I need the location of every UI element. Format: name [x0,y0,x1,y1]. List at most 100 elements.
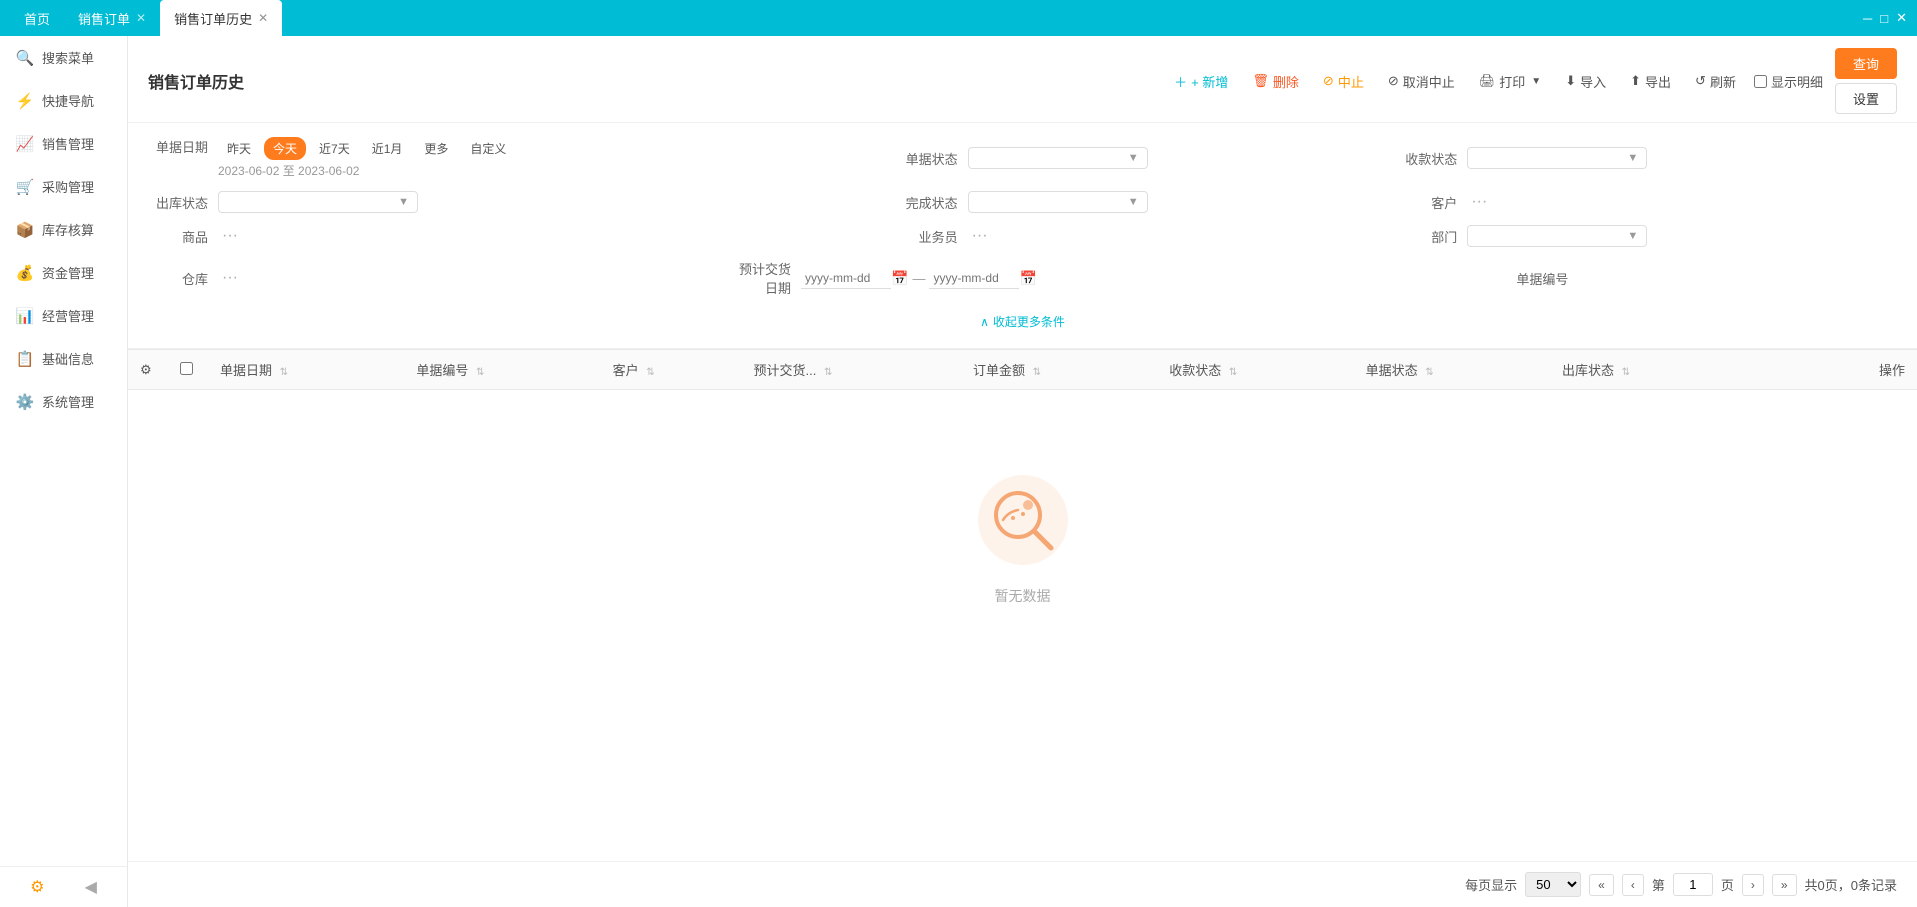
sidebar-item-ops-mgmt[interactable]: 📊 经营管理 [0,294,127,337]
prev-page-btn[interactable]: ‹ [1622,874,1644,896]
warehouse-input[interactable]: ··· [218,269,242,287]
delivery-date-from-cal-icon[interactable]: 📅 [891,270,908,287]
col-order-amount[interactable]: 订单金额 ⇅ [961,350,1157,390]
cancel-stop-icon: ⊘ [1388,73,1399,89]
top-bar: 首页 销售订单 ✕ 销售订单历史 ✕ ─ □ ✕ [0,0,1917,36]
delete-icon: 🗑 [1252,73,1269,89]
close-btn[interactable]: ✕ [1896,10,1907,26]
date-pill-today[interactable]: 今天 [264,137,306,160]
window-controls: ─ □ ✕ [1863,10,1907,26]
page-header: 销售订单历史 ＋ + 新增 🗑 删除 ⊘ 中止 ⊘ 取消中止 [128,36,1917,123]
sidebar-item-sales-mgmt[interactable]: 📈 销售管理 [0,122,127,165]
setting-button[interactable]: 设置 [1835,83,1897,114]
pay-status-select[interactable]: ▼ [1467,147,1647,169]
sidebar-item-quick-nav[interactable]: ⚡ 快捷导航 [0,79,127,122]
collapse-more-btn[interactable]: ∧ 收起更多条件 [148,309,1897,334]
complete-status-arrow-icon: ▼ [1128,196,1139,208]
next-page-btn[interactable]: › [1742,874,1764,896]
pay-status-arrow-icon: ▼ [1627,152,1638,164]
refresh-button[interactable]: ↺ 刷新 [1689,68,1742,95]
import-button[interactable]: ⬇ 导入 [1559,68,1612,95]
col-order-status[interactable]: 单据状态 ⇅ [1354,350,1550,390]
pay-status-label: 收款状态 [1397,149,1467,168]
maximize-btn[interactable]: □ [1880,11,1888,26]
col-date[interactable]: 单据日期 ⇅ [208,350,404,390]
order-no-label: 单据编号 [1508,269,1578,288]
table-settings-col[interactable]: ⚙ [128,350,168,390]
delivery-date-from[interactable] [801,268,891,289]
refresh-icon: ↺ [1695,73,1706,89]
sidebar-item-finance[interactable]: 💰 资金管理 [0,251,127,294]
col-out-status-sort-icon: ⇅ [1622,367,1630,378]
col-order-status-sort-icon: ⇅ [1425,367,1433,378]
tab-sales-order-history[interactable]: 销售订单历史 ✕ [160,0,282,36]
empty-text: 暂无数据 [995,586,1051,606]
inventory-icon: 📦 [16,221,34,239]
sidebar-item-sys-mgmt[interactable]: ⚙️ 系统管理 [0,380,127,423]
col-delivery-date[interactable]: 预计交货... ⇅ [742,350,961,390]
goods-label: 商品 [148,227,218,246]
col-customer[interactable]: 客户 ⇅ [601,350,742,390]
order-status-select[interactable]: ▼ [968,147,1148,169]
goods-input[interactable]: ··· [218,227,242,245]
dept-select[interactable]: ▼ [1467,225,1647,247]
first-page-btn[interactable]: « [1589,874,1614,896]
purchase-mgmt-icon: 🛒 [16,178,34,196]
sidebar-item-purchase-mgmt[interactable]: 🛒 采购管理 [0,165,127,208]
page-title: 销售订单历史 [148,69,244,93]
export-button[interactable]: ⬆ 导出 [1624,68,1677,95]
pagination: 每页显示 50 10 20 100 « ‹ 第 页 › » 共0页，0条记录 [128,861,1917,907]
table-checkbox-col[interactable] [168,350,208,390]
sidebar-item-search-menu[interactable]: 🔍 搜索菜单 [0,36,127,79]
delivery-date-to-cal-icon[interactable]: 📅 [1019,270,1036,287]
cancel-stop-button[interactable]: ⊘ 取消中止 [1382,68,1461,95]
sidebar-settings-icon[interactable]: ⚙ [30,877,44,897]
col-actions: 操作 [1746,350,1917,390]
sidebar-item-inventory[interactable]: 📦 库存核算 [0,208,127,251]
query-button[interactable]: 查询 [1835,48,1897,79]
out-status-select[interactable]: ▼ [218,191,418,213]
close-history-tab[interactable]: ✕ [258,11,268,25]
minimize-btn[interactable]: ─ [1863,11,1872,26]
complete-status-label: 完成状态 [898,193,968,212]
add-button[interactable]: ＋ + 新增 [1168,68,1234,95]
date-pill-custom[interactable]: 自定义 [461,137,515,160]
current-page-input[interactable] [1673,873,1713,896]
empty-state: 暂无数据 [128,390,1917,686]
sales-person-input[interactable]: ··· [968,227,992,245]
sidebar-collapse-icon[interactable]: ◀ [85,877,97,897]
date-pill-yesterday[interactable]: 昨天 [218,137,260,160]
tab-sales-order[interactable]: 销售订单 ✕ [64,0,160,36]
page-size-select[interactable]: 50 10 20 100 [1525,872,1581,897]
sidebar: 🔍 搜索菜单 ⚡ 快捷导航 📈 销售管理 🛒 采购管理 📦 库存核算 💰 资金管… [0,36,128,907]
sidebar-item-basic-info[interactable]: 📋 基础信息 [0,337,127,380]
delivery-date-to[interactable] [929,268,1019,289]
col-pay-status[interactable]: 收款状态 ⇅ [1157,350,1353,390]
show-detail-checkbox[interactable] [1754,75,1767,88]
show-detail-checkbox-label[interactable]: 显示明细 [1754,72,1823,91]
delete-button[interactable]: 🗑 删除 [1246,68,1305,95]
customer-input[interactable]: ··· [1467,193,1491,211]
stop-button[interactable]: ⊘ 中止 [1317,68,1370,95]
complete-status-select[interactable]: ▼ [968,191,1148,213]
col-out-status[interactable]: 出库状态 ⇅ [1550,350,1746,390]
page-unit: 页 [1721,875,1734,894]
search-menu-icon: 🔍 [16,49,34,67]
date-pill-7days[interactable]: 近7天 [310,137,359,160]
import-icon: ⬇ [1565,73,1576,89]
col-order-no[interactable]: 单据编号 ⇅ [404,350,600,390]
print-button[interactable]: 🖨 打印 ▼ [1473,68,1547,95]
page-size-label: 每页显示 [1465,875,1517,894]
filter-area: 单据日期 昨天 今天 近7天 近1月 更多 自定义 2023-06-02 至 2… [128,123,1917,349]
ops-mgmt-icon: 📊 [16,307,34,325]
select-all-checkbox[interactable] [180,362,193,375]
date-pill-1month[interactable]: 近1月 [363,137,412,160]
date-range-text: 2023-06-02 至 2023-06-02 [218,162,515,179]
tab-home[interactable]: 首页 [10,0,64,36]
date-pill-more[interactable]: 更多 [415,137,457,160]
close-sales-order-tab[interactable]: ✕ [136,11,146,25]
last-page-btn[interactable]: » [1772,874,1797,896]
print-arrow-icon: ▼ [1531,76,1541,87]
sales-person-label: 业务员 [898,227,968,246]
filter-row-2: 出库状态 ▼ 完成状态 ▼ 客户 ··· [148,191,1897,213]
